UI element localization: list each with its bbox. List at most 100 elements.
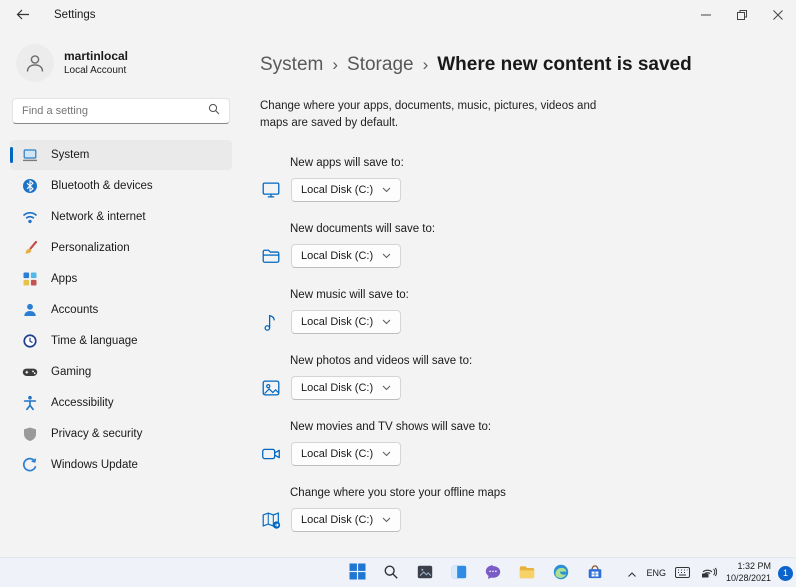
file-explorer-icon [518,563,536,584]
time-language-icon [22,333,38,349]
dropdown-value: Local Disk (C:) [301,250,373,262]
taskbar-search-button[interactable] [378,561,404,585]
section-label: New documents will save to: [290,223,776,235]
task-view-button[interactable] [446,561,472,585]
hidden-icons-button[interactable] [625,564,639,583]
restore-button[interactable] [724,0,760,30]
chevron-down-icon [382,250,391,262]
section-label: New photos and videos will save to: [290,355,776,367]
titlebar: Settings [0,0,796,30]
documents-save-section: New documents will save to: Local Disk (… [260,223,776,268]
settings-window: Settings martinlocal Local Account [0,0,796,587]
breadcrumb-separator: › [423,55,429,75]
minimize-button[interactable] [688,0,724,30]
close-icon [773,8,783,23]
movies-save-dropdown[interactable]: Local Disk (C:) [291,442,401,466]
language-indicator[interactable]: ENG [646,568,666,578]
personalization-icon [22,240,38,256]
avatar [16,44,54,82]
chat-button[interactable] [480,561,506,585]
sidebar-item-bluetooth[interactable]: Bluetooth & devices [10,171,232,201]
photos-app-button[interactable] [412,561,438,585]
file-explorer-button[interactable] [514,561,540,585]
documents-save-dropdown[interactable]: Local Disk (C:) [291,244,401,268]
sidebar-item-label: System [51,149,89,161]
chevron-down-icon [382,514,391,526]
network-icon [22,209,38,225]
breadcrumb-system[interactable]: System [260,54,323,76]
music-save-dropdown[interactable]: Local Disk (C:) [291,310,401,334]
sidebar-item-personalization[interactable]: Personalization [10,233,232,263]
network-volume-button[interactable] [699,564,719,583]
selected-accent-bar [10,147,13,163]
tray-time: 1:32 PM [726,561,771,573]
sidebar-item-windows-update[interactable]: Windows Update [10,450,232,480]
music-note-icon [260,311,282,333]
dropdown-value: Local Disk (C:) [301,382,373,394]
notification-badge[interactable]: 1 [778,566,793,581]
edge-icon [552,563,570,584]
page-description: Change where your apps, documents, music… [260,98,612,133]
documents-icon [260,245,282,267]
system-icon [22,147,38,163]
chevron-down-icon [382,184,391,196]
close-button[interactable] [760,0,796,30]
new-apps-icon [260,179,282,201]
search-input[interactable] [22,105,208,117]
back-button[interactable] [10,3,36,27]
sidebar-item-label: Bluetooth & devices [51,180,153,192]
offline-maps-section: Change where you store your offline maps… [260,487,776,532]
chevron-down-icon [382,448,391,460]
chevron-down-icon [382,382,391,394]
photos-app-icon [416,563,434,584]
apps-save-dropdown[interactable]: Local Disk (C:) [291,178,401,202]
sidebar-item-privacy[interactable]: Privacy & security [10,419,232,449]
sidebar-item-accessibility[interactable]: Accessibility [10,388,232,418]
user-account[interactable]: martinlocal Local Account [10,36,232,98]
chevron-up-icon [627,566,637,581]
section-label: New music will save to: [290,289,776,301]
touch-keyboard-button[interactable] [673,564,692,583]
breadcrumb-separator: › [332,55,338,75]
sidebar-item-accounts[interactable]: Accounts [10,295,232,325]
search-icon [208,102,220,120]
sidebar-item-gaming[interactable]: Gaming [10,357,232,387]
dropdown-value: Local Disk (C:) [301,448,373,460]
window-title: Settings [54,9,96,21]
user-account-type: Local Account [64,64,128,77]
movies-icon [260,443,282,465]
breadcrumb-storage[interactable]: Storage [347,54,414,76]
sidebar-item-label: Network & internet [51,211,146,223]
bluetooth-icon [22,178,38,194]
photos-save-dropdown[interactable]: Local Disk (C:) [291,376,401,400]
apps-save-section: New apps will save to: Local Disk (C:) [260,157,776,202]
avatar-person-icon [24,52,46,74]
apps-icon [22,271,38,287]
maps-icon [260,509,282,531]
task-view-icon [450,563,468,584]
windows-update-icon [22,457,38,473]
network-volume-icon [701,566,717,581]
sidebar-item-time-language[interactable]: Time & language [10,326,232,356]
search-box[interactable] [12,98,230,124]
minimize-icon [701,8,711,23]
dropdown-value: Local Disk (C:) [301,184,373,196]
edge-button[interactable] [548,561,574,585]
photos-save-section: New photos and videos will save to: Loca… [260,355,776,400]
touch-keyboard-icon [675,566,690,581]
privacy-icon [22,426,38,442]
movies-save-section: New movies and TV shows will save to: Lo… [260,421,776,466]
clock[interactable]: 1:32 PM 10/28/2021 [726,561,771,584]
section-label: Change where you store your offline maps [290,487,776,499]
sidebar-item-label: Time & language [51,335,138,347]
sidebar-item-apps[interactable]: Apps [10,264,232,294]
store-button[interactable] [582,561,608,585]
offline-maps-dropdown[interactable]: Local Disk (C:) [291,508,401,532]
sidebar-item-system[interactable]: System [10,140,232,170]
tray-date: 10/28/2021 [726,573,771,585]
sidebar-nav: System Bluetooth & devices Network & int… [10,140,232,480]
start-button[interactable] [344,561,370,585]
sidebar-item-network[interactable]: Network & internet [10,202,232,232]
main-content: System › Storage › Where new content is … [244,30,796,557]
dropdown-value: Local Disk (C:) [301,316,373,328]
